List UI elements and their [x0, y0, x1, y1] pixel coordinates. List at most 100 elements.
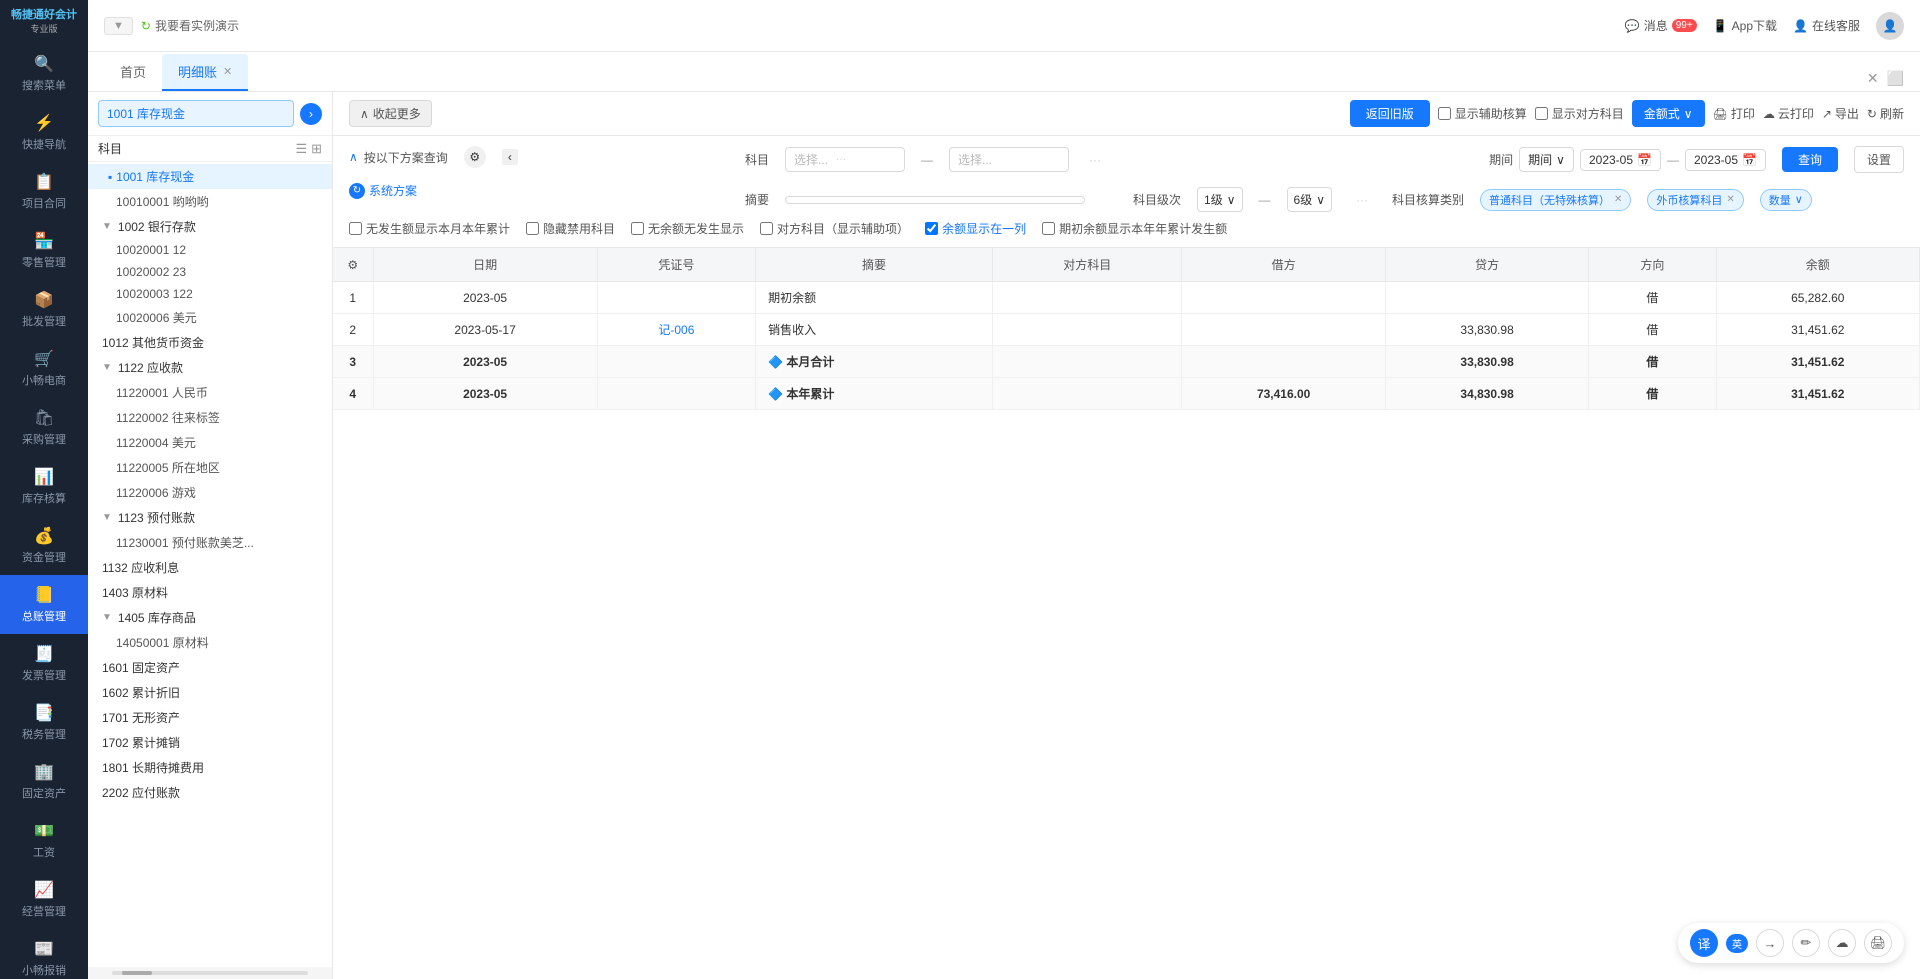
avatar[interactable]: 👤: [1876, 12, 1904, 40]
message-btn[interactable]: 💬 消息 99+: [1625, 17, 1697, 34]
view-type-dropdown[interactable]: 金额式 ∨: [1632, 100, 1705, 127]
lang-btn[interactable]: 英: [1726, 934, 1748, 953]
sidebar-item-project[interactable]: 📋 项目合同: [0, 162, 88, 221]
foreign-subject-tag[interactable]: 外币核算科目 ✕: [1647, 189, 1743, 211]
table-row[interactable]: 32023-05🔷 本月合计33,830.98借31,451.62: [333, 346, 1920, 378]
foreign-tag-remove[interactable]: ✕: [1726, 194, 1734, 205]
tree-node-1701[interactable]: 1701 无形资产: [88, 705, 332, 730]
subject-from-input[interactable]: 选择... ···: [785, 147, 905, 172]
tree-node-1002[interactable]: ▼ 1002 银行存款: [88, 214, 332, 239]
tab-close-btn[interactable]: ✕: [223, 65, 232, 78]
sidebar-item-search[interactable]: 🔍 搜索菜单: [0, 44, 88, 103]
tree-node-10020003[interactable]: 10020003 122: [88, 283, 332, 305]
tree-expand-btn[interactable]: ⊞: [311, 141, 322, 157]
normal-subject-tag[interactable]: 普通科目（无特殊核算） ✕: [1480, 189, 1631, 211]
bottom-icon-4[interactable]: 🖨: [1864, 929, 1892, 957]
tree-node-1122[interactable]: ▼ 1122 应收款: [88, 355, 332, 380]
sidebar-item-report[interactable]: 📰 小畅报销: [0, 929, 88, 979]
tree-node-11220006[interactable]: 11220006 游戏: [88, 480, 332, 505]
tree-node-1123[interactable]: ▼ 1123 预付账款: [88, 505, 332, 530]
tree-list-view-btn[interactable]: ☰: [295, 141, 307, 157]
tree-node-1001[interactable]: ▪ 1001 库存现金: [88, 164, 332, 189]
filter-settings-icon[interactable]: ⚙: [464, 146, 486, 168]
bottom-icon-2[interactable]: ✏: [1792, 929, 1820, 957]
sidebar-item-assets[interactable]: 🏢 固定资产: [0, 752, 88, 811]
no-balance-checkbox[interactable]: [631, 222, 644, 235]
checkbox-hide-disabled[interactable]: 隐藏禁用科目: [526, 220, 615, 237]
bottom-icon-1[interactable]: →: [1756, 929, 1784, 957]
bottom-icon-3[interactable]: ☁: [1828, 929, 1856, 957]
tree-node-10020001[interactable]: 10020001 12: [88, 239, 332, 261]
sidebar-item-retail[interactable]: 🏪 零售管理: [0, 221, 88, 280]
tree-node-1601[interactable]: 1601 固定资产: [88, 655, 332, 680]
sidebar-item-inventory[interactable]: 📊 库存核算: [0, 457, 88, 516]
balance-one-col-checkbox[interactable]: [925, 222, 938, 235]
table-row[interactable]: 22023-05-17记-006销售收入33,830.98借31,451.62: [333, 314, 1920, 346]
tree-node-1801[interactable]: 1801 长期待摊费用: [88, 755, 332, 780]
summary-input[interactable]: [785, 196, 1085, 204]
window-maximize-btn[interactable]: ⬜: [1887, 70, 1904, 87]
sidebar-item-invoice[interactable]: 🧾 发票管理: [0, 634, 88, 693]
tree-node-11220002[interactable]: 11220002 往来标签: [88, 405, 332, 430]
setting-btn[interactable]: 设置: [1854, 146, 1904, 173]
level-to-select[interactable]: 6级 ∨: [1287, 187, 1332, 212]
voucher-link[interactable]: 记-006: [658, 323, 694, 337]
print-btn[interactable]: 🖨 打印: [1713, 105, 1755, 122]
expand-more-btn[interactable]: ∧ 收起更多: [349, 100, 432, 127]
tab-home[interactable]: 首页: [104, 54, 162, 91]
period-from-date[interactable]: 2023-05 📅: [1580, 149, 1661, 171]
system-scheme-btn[interactable]: ↻ 系统方案: [349, 182, 417, 199]
period-to-date[interactable]: 2023-05 📅: [1685, 149, 1766, 171]
sidebar-item-operations[interactable]: 📈 经营管理: [0, 870, 88, 929]
period-type-select[interactable]: 期间 ∨: [1519, 147, 1574, 172]
checkbox-no-activity[interactable]: 无发生额显示本月本年累计: [349, 220, 510, 237]
opposite-checkbox[interactable]: [1535, 107, 1548, 120]
tree-node-1405[interactable]: ▼ 1405 库存商品: [88, 605, 332, 630]
quantity-tag[interactable]: 数量 ∨: [1760, 189, 1812, 211]
tree-node-14050001[interactable]: 14050001 原材料: [88, 630, 332, 655]
checkbox-balance-one-col[interactable]: 余额显示在一列: [925, 220, 1026, 237]
tree-node-1403[interactable]: 1403 原材料: [88, 580, 332, 605]
tree-node-1602[interactable]: 1602 累计折旧: [88, 680, 332, 705]
show-opposite-check[interactable]: 显示对方科目: [1535, 105, 1624, 122]
tree-node-2202[interactable]: 2202 应付账款: [88, 780, 332, 805]
tree-node-1702[interactable]: 1702 累计摊销: [88, 730, 332, 755]
sidebar-item-ecommerce[interactable]: 🛒 小畅电商: [0, 339, 88, 398]
sidebar-item-tax[interactable]: 📑 税务管理: [0, 693, 88, 752]
checkbox-opposite[interactable]: 对方科目（显示辅助项）: [760, 220, 909, 237]
tab-ledger-detail[interactable]: 明细账 ✕: [162, 54, 248, 91]
account-nav-btn[interactable]: ›: [300, 103, 322, 125]
query-btn[interactable]: 查询: [1782, 147, 1838, 172]
sidebar-item-ledger[interactable]: 📒 总账管理: [0, 575, 88, 634]
sidebar-item-quick-nav[interactable]: ⚡ 快捷导航: [0, 103, 88, 162]
sidebar-item-purchase[interactable]: 🛍 采购管理: [0, 398, 88, 457]
tree-node-10020006[interactable]: 10020006 美元: [88, 305, 332, 330]
level-from-select[interactable]: 1级 ∨: [1197, 187, 1242, 212]
window-minimize-btn[interactable]: ✕: [1867, 70, 1879, 87]
opposite-check-input[interactable]: [760, 222, 773, 235]
account-selector[interactable]: 1001 库存现金: [98, 100, 294, 127]
checkbox-period-balance[interactable]: 期初余额显示本年年累计发生额: [1042, 220, 1227, 237]
table-gear-icon[interactable]: ⚙: [347, 258, 358, 272]
tree-node-11220005[interactable]: 11220005 所在地区: [88, 455, 332, 480]
tree-node-1012[interactable]: 1012 其他货币资金: [88, 330, 332, 355]
export-btn[interactable]: ↗ 导出: [1822, 105, 1859, 122]
subject-to-input[interactable]: 选择...: [949, 147, 1069, 172]
cloud-print-btn[interactable]: ☁ 云打印: [1763, 105, 1814, 122]
tree-node-10020002[interactable]: 10020002 23: [88, 261, 332, 283]
table-row[interactable]: 12023-05期初余额借65,282.60: [333, 282, 1920, 314]
tree-node-11220001[interactable]: 11220001 人民币: [88, 380, 332, 405]
filter-collapse-btn[interactable]: ‹: [502, 149, 518, 165]
tree-scrollbar[interactable]: [88, 967, 332, 979]
topbar-demo[interactable]: ↻ 我要看实例演示: [141, 17, 239, 34]
period-balance-checkbox[interactable]: [1042, 222, 1055, 235]
tree-node-11230001[interactable]: 11230001 预付账款美芝...: [88, 530, 332, 555]
normal-tag-remove[interactable]: ✕: [1614, 194, 1622, 205]
tree-node-10010001[interactable]: 10010001 哟哟哟: [88, 189, 332, 214]
show-helper-check[interactable]: 显示辅助核算: [1438, 105, 1527, 122]
sidebar-item-finance[interactable]: 💰 资金管理: [0, 516, 88, 575]
settings-col-header[interactable]: ⚙: [333, 248, 373, 282]
sidebar-item-salary[interactable]: 💵 工资: [0, 811, 88, 870]
return-old-btn[interactable]: 返回旧版: [1350, 100, 1430, 127]
tree-node-1132[interactable]: 1132 应收利息: [88, 555, 332, 580]
